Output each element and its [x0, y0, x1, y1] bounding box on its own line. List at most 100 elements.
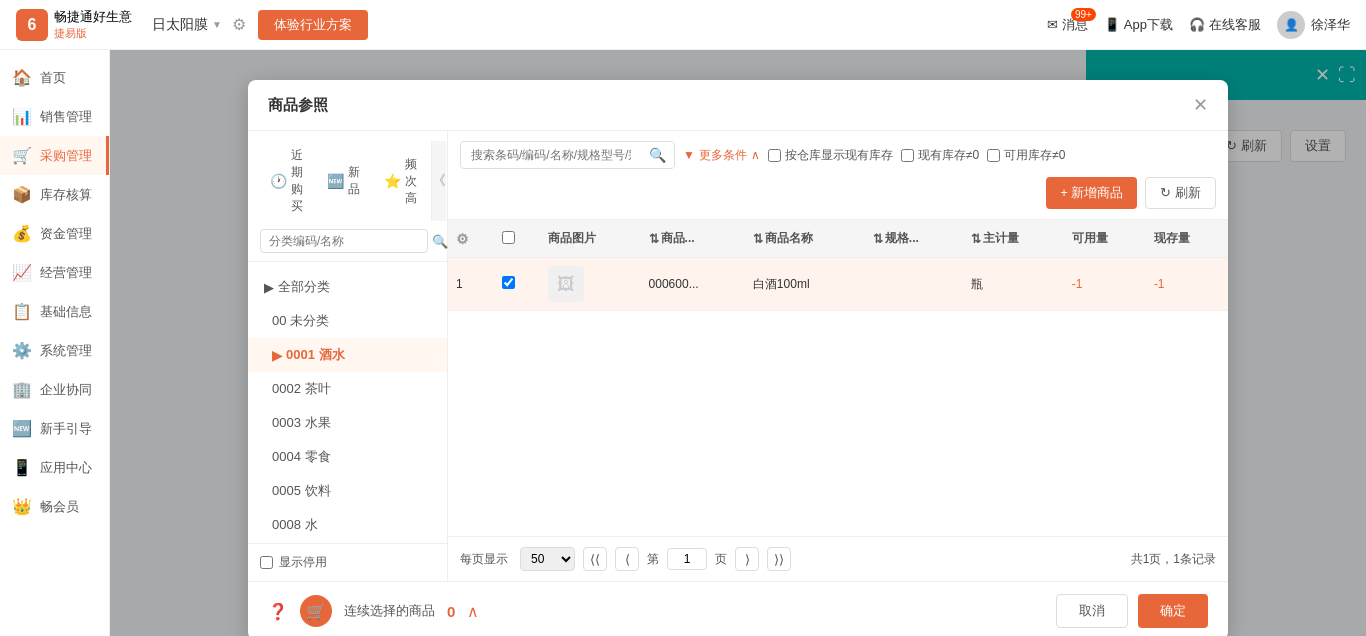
sidebar-item-system[interactable]: ⚙️ 系统管理	[0, 331, 109, 370]
sidebar-item-purchase[interactable]: 🛒 采购管理	[0, 136, 109, 175]
prev-page-btn[interactable]: ⟨	[615, 547, 639, 571]
app-download-btn[interactable]: 📱 App下载	[1104, 16, 1173, 34]
row-checkbox[interactable]	[502, 276, 515, 289]
per-page-select[interactable]: 50 20 100	[520, 547, 575, 571]
product-thumbnail: 🖼	[548, 266, 584, 302]
cat-item-all[interactable]: ▶ 全部分类	[248, 270, 447, 304]
filter-collapse-icon: ∧	[751, 148, 760, 162]
user-menu[interactable]: 👤 徐泽华	[1277, 11, 1350, 39]
checkbox-available-input[interactable]	[987, 149, 1000, 162]
tab-new[interactable]: 🆕 新品	[317, 141, 370, 221]
left-tabs: 🕐 近期购买 🆕 新品 ⭐ 频次高 《	[248, 131, 447, 221]
tab-recent[interactable]: 🕐 近期购买	[260, 141, 313, 221]
th-spec[interactable]: ⇅规格...	[865, 220, 963, 258]
finance-icon: 💰	[12, 224, 32, 243]
th-stock: 现存量	[1146, 220, 1228, 258]
modal-header: 商品参照 ✕	[248, 80, 1228, 131]
modal-title: 商品参照	[268, 96, 328, 115]
sidebar-item-enterprise[interactable]: 🏢 企业协同	[0, 370, 109, 409]
cell-name: 白酒100ml	[745, 258, 865, 311]
cell-available: -1	[1064, 258, 1146, 311]
sidebar-item-vip[interactable]: 👑 畅会员	[0, 487, 109, 526]
cat-item-snack[interactable]: 0004 零食	[248, 440, 447, 474]
experience-btn[interactable]: 体验行业方案	[258, 10, 368, 40]
more-filter-btn[interactable]: ▼ 更多条件 ∧	[683, 147, 760, 164]
footer-buttons: 取消 确定	[1056, 594, 1208, 628]
cat-item-tea[interactable]: 0002 茶叶	[248, 372, 447, 406]
first-page-btn[interactable]: ⟨⟨	[583, 547, 607, 571]
cancel-btn[interactable]: 取消	[1056, 594, 1128, 628]
right-panel: 🔍 ▼ 更多条件 ∧ 按仓库显示现有库存	[448, 131, 1228, 581]
guide-icon: 🆕	[12, 419, 32, 438]
enterprise-icon: 🏢	[12, 380, 32, 399]
product-table: ⚙ 商品图片 ⇅商品... ⇅商品名称 ⇅规格... ⇅主计量 可用量 现存量	[448, 220, 1228, 311]
sidebar-item-sales[interactable]: 📊 销售管理	[0, 97, 109, 136]
sidebar-item-finance[interactable]: 💰 资金管理	[0, 214, 109, 253]
cat-arrow-all: ▶	[264, 280, 274, 295]
cat-item-liquor[interactable]: ▶ 0001 酒水	[248, 338, 447, 372]
th-settings[interactable]: ⚙	[448, 220, 494, 258]
checkbox-stock-not-zero[interactable]: 现有库存≠0	[901, 147, 979, 164]
cart-icon[interactable]: 🛒	[300, 595, 332, 627]
category-search-input[interactable]	[260, 229, 428, 253]
purchase-icon: 🛒	[12, 146, 32, 165]
next-page-btn[interactable]: ⟩	[735, 547, 759, 571]
message-icon: ✉	[1047, 17, 1058, 32]
content-area: ✕ ⛶ 查询 ↻ 刷新 设置 商品参照 ✕	[110, 50, 1366, 636]
footer-collapse-icon[interactable]: ∧	[467, 602, 479, 621]
th-checkbox[interactable]	[494, 220, 540, 258]
product-table-wrap: ⚙ 商品图片 ⇅商品... ⇅商品名称 ⇅规格... ⇅主计量 可用量 现存量	[448, 220, 1228, 536]
modal-overlay: 商品参照 ✕ 🕐 近期购买 🆕	[110, 50, 1366, 636]
show-disabled-toggle[interactable]: 显示停用	[260, 554, 435, 571]
table-row[interactable]: 1 🖼 000600... 白酒100ml 瓶 -1 -1	[448, 258, 1228, 311]
cell-code: 000600...	[641, 258, 745, 311]
sidebar-item-inventory[interactable]: 📦 库存核算	[0, 175, 109, 214]
page-input[interactable]	[667, 548, 707, 570]
th-unit[interactable]: ⇅主计量	[963, 220, 1064, 258]
store-arrow-icon: ▼	[212, 19, 222, 30]
operation-icon: 📈	[12, 263, 32, 282]
sort-spec-icon: ⇅	[873, 232, 883, 246]
product-search-input[interactable]	[461, 143, 641, 167]
online-service-btn[interactable]: 🎧 在线客服	[1189, 16, 1261, 34]
category-search-icon[interactable]: 🔍	[432, 234, 448, 249]
sidebar-item-home[interactable]: 🏠 首页	[0, 58, 109, 97]
checkbox-warehouse-input[interactable]	[768, 149, 781, 162]
checkbox-available-not-zero[interactable]: 可用库存≠0	[987, 147, 1065, 164]
show-disabled-checkbox[interactable]	[260, 556, 273, 569]
sidebar-item-operation[interactable]: 📈 经营管理	[0, 253, 109, 292]
th-code[interactable]: ⇅商品...	[641, 220, 745, 258]
cat-item-drink[interactable]: 0005 饮料	[248, 474, 447, 508]
store-selector[interactable]: 日太阳膜 ▼	[152, 16, 222, 34]
checkbox-by-warehouse[interactable]: 按仓库显示现有库存	[768, 147, 893, 164]
sidebar-item-guide[interactable]: 🆕 新手引导	[0, 409, 109, 448]
cell-image: 🖼	[540, 258, 641, 311]
page-label: 第	[647, 551, 659, 568]
tab-frequent[interactable]: ⭐ 频次高	[374, 141, 427, 221]
cell-unit: 瓶	[963, 258, 1064, 311]
cell-checkbox[interactable]	[494, 258, 540, 311]
message-btn[interactable]: ✉ 消息 99+	[1047, 16, 1088, 34]
modal-close-icon[interactable]: ✕	[1193, 94, 1208, 116]
sidebar-item-basic[interactable]: 📋 基础信息	[0, 292, 109, 331]
page-suffix: 页	[715, 551, 727, 568]
checkbox-stock-input[interactable]	[901, 149, 914, 162]
product-search-icon[interactable]: 🔍	[641, 142, 674, 168]
cat-item-fruit[interactable]: 0003 水果	[248, 406, 447, 440]
collapse-panel-btn[interactable]: 《	[431, 141, 446, 221]
last-page-btn[interactable]: ⟩⟩	[767, 547, 791, 571]
refresh-btn[interactable]: ↻ 刷新	[1145, 177, 1216, 209]
th-name[interactable]: ⇅商品名称	[745, 220, 865, 258]
logo[interactable]: 6 畅捷通好生意 捷易版	[16, 8, 132, 41]
cat-item-water[interactable]: 0008 水	[248, 508, 447, 542]
sidebar-item-appstore[interactable]: 📱 应用中心	[0, 448, 109, 487]
category-search: 🔍	[248, 221, 447, 262]
help-icon[interactable]: ❓	[268, 602, 288, 621]
appstore-icon: 📱	[12, 458, 32, 477]
add-product-btn[interactable]: + 新增商品	[1046, 177, 1137, 209]
toolbar-right-btns: + 新增商品 ↻ 刷新	[1046, 177, 1216, 209]
select-all-checkbox[interactable]	[502, 231, 515, 244]
settings-icon[interactable]: ⚙	[232, 15, 246, 34]
confirm-btn[interactable]: 确定	[1138, 594, 1208, 628]
cat-item-unclassified[interactable]: 00 未分类	[248, 304, 447, 338]
